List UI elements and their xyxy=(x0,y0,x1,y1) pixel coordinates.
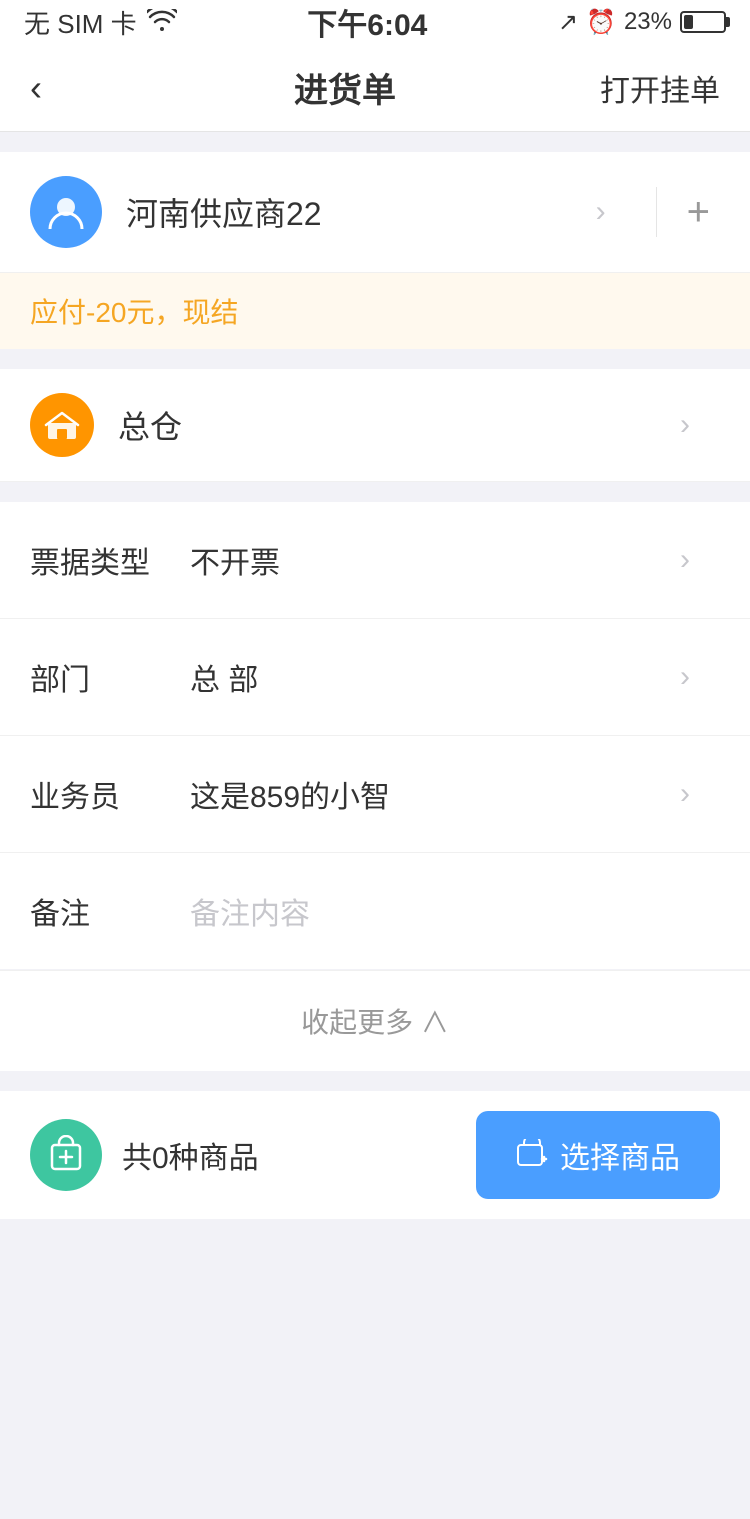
supplier-row[interactable]: 河南供应商22 › + xyxy=(0,152,750,273)
location-icon: ↗ xyxy=(558,8,578,37)
notice-text: 应付-20元，现结 xyxy=(30,297,238,328)
status-left: 无 SIM 卡 xyxy=(24,4,177,41)
salesperson-row[interactable]: 业务员 这是859的小智 › xyxy=(0,736,750,853)
supplier-chevron-icon: › xyxy=(596,195,606,229)
form-section: 票据类型 不开票 › 部门 总 部 › 业务员 这是859的小智 › 备注 备注… xyxy=(0,502,750,969)
select-product-label: 选择商品 xyxy=(560,1133,680,1177)
collapse-label: 收起更多 ∧ xyxy=(301,1007,449,1038)
product-icon xyxy=(30,1119,102,1191)
back-button[interactable]: ‹ xyxy=(30,67,90,109)
invoice-type-value: 不开票 xyxy=(170,538,680,582)
remark-row[interactable]: 备注 备注内容 xyxy=(0,853,750,969)
supplier-name: 河南供应商22 xyxy=(126,189,596,235)
invoice-type-label: 票据类型 xyxy=(30,538,170,582)
salesperson-label: 业务员 xyxy=(30,772,170,816)
bottom-bar: 共0种商品 选择商品 xyxy=(0,1091,750,1219)
supplier-section: 河南供应商22 › + 应付-20元，现结 xyxy=(0,152,750,349)
department-label: 部门 xyxy=(30,655,170,699)
battery-percent: 23% xyxy=(624,8,672,36)
status-bar: 无 SIM 卡 下午6:04 ↗ ⏰ 23% xyxy=(0,0,750,44)
warehouse-icon xyxy=(30,393,94,457)
page-background xyxy=(0,1219,750,1519)
department-chevron-icon: › xyxy=(680,660,690,694)
time-label: 下午6:04 xyxy=(307,0,427,44)
invoice-type-chevron-icon: › xyxy=(680,543,690,577)
warehouse-row[interactable]: 总仓 › xyxy=(0,369,750,482)
department-row[interactable]: 部门 总 部 › xyxy=(0,619,750,736)
nav-bar: ‹ 进货单 打开挂单 xyxy=(0,44,750,132)
carrier-label: 无 SIM 卡 xyxy=(24,4,137,41)
section-gap-1 xyxy=(0,132,750,152)
remark-value[interactable]: 备注内容 xyxy=(170,889,720,933)
supplier-avatar xyxy=(30,176,102,248)
salesperson-value: 这是859的小智 xyxy=(170,772,680,816)
status-right: ↗ ⏰ 23% xyxy=(558,8,726,37)
salesperson-chevron-icon: › xyxy=(680,777,690,811)
add-supplier-button[interactable]: + xyxy=(677,190,720,235)
warehouse-name: 总仓 xyxy=(118,402,680,448)
open-pending-button[interactable]: 打开挂单 xyxy=(600,66,720,110)
select-product-button[interactable]: 选择商品 xyxy=(476,1111,720,1199)
invoice-type-row[interactable]: 票据类型 不开票 › xyxy=(0,502,750,619)
warehouse-chevron-icon: › xyxy=(680,408,690,442)
product-count-label: 共0种商品 xyxy=(122,1133,456,1177)
vertical-divider xyxy=(656,187,657,237)
page-title: 进货单 xyxy=(294,63,396,112)
wifi-icon xyxy=(147,7,177,38)
collapse-bar[interactable]: 收起更多 ∧ xyxy=(0,970,750,1071)
notice-bar: 应付-20元，现结 xyxy=(0,273,750,349)
alarm-icon: ⏰ xyxy=(586,8,616,37)
battery-icon xyxy=(680,11,726,33)
remark-label: 备注 xyxy=(30,889,170,933)
department-value: 总 部 xyxy=(170,655,680,699)
